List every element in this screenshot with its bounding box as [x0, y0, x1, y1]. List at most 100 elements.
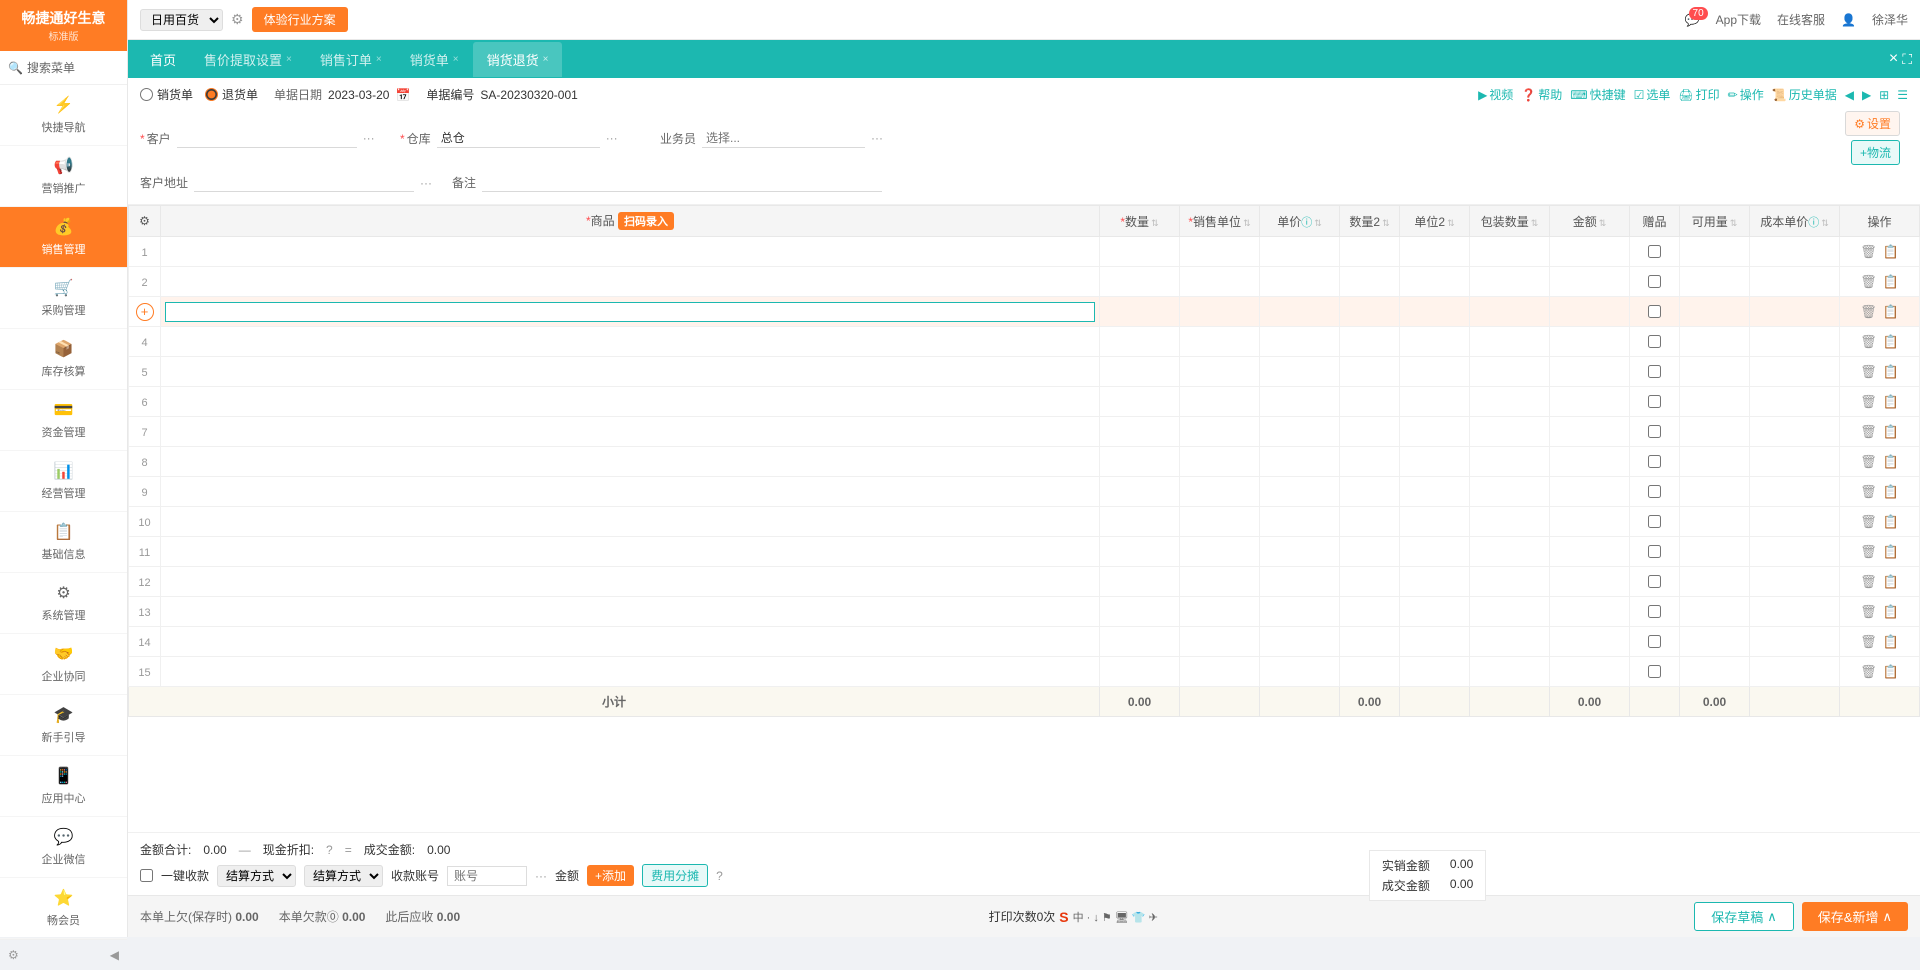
amount-cell[interactable]	[1550, 597, 1630, 627]
next-record-icon[interactable]: ▶	[1862, 88, 1871, 102]
copy-row-icon[interactable]: 📋	[1883, 634, 1899, 650]
unit-cell[interactable]	[1180, 297, 1260, 327]
unit2-cell[interactable]	[1400, 417, 1470, 447]
list-view-icon[interactable]: ☰	[1897, 88, 1908, 102]
product-cell[interactable]	[161, 357, 1100, 387]
product-cell[interactable]	[161, 477, 1100, 507]
tab-home[interactable]: 首页	[136, 42, 190, 77]
pkg-qty-cell[interactable]	[1470, 297, 1550, 327]
amount-cell[interactable]	[1550, 537, 1630, 567]
price-cell[interactable]	[1260, 627, 1340, 657]
qty2-cell[interactable]	[1340, 267, 1400, 297]
copy-row-icon[interactable]: 📋	[1883, 484, 1899, 500]
gift-checkbox[interactable]	[1648, 395, 1661, 408]
available-cell[interactable]	[1680, 417, 1750, 447]
unit2-cell[interactable]	[1400, 267, 1470, 297]
tab-price-close-icon[interactable]: ×	[286, 54, 292, 65]
qty-cell[interactable]	[1100, 567, 1180, 597]
amount-cell[interactable]	[1550, 417, 1630, 447]
pkg-qty-cell[interactable]	[1470, 237, 1550, 267]
copy-row-icon[interactable]: 📋	[1883, 514, 1899, 530]
online-service-link[interactable]: 在线客服	[1777, 11, 1825, 28]
gift-cell[interactable]	[1630, 417, 1680, 447]
save-new-button[interactable]: 保存&新增 ∧	[1802, 902, 1908, 931]
price-cell[interactable]	[1260, 357, 1340, 387]
prev-record-icon[interactable]: ◀	[1845, 88, 1854, 102]
price-cell[interactable]	[1260, 447, 1340, 477]
app-download-link[interactable]: App下载	[1716, 11, 1761, 28]
product-cell[interactable]	[161, 237, 1100, 267]
delete-row-icon[interactable]: 🗑	[1860, 574, 1877, 590]
price-cell[interactable]	[1260, 537, 1340, 567]
qty2-cell[interactable]	[1340, 627, 1400, 657]
price-cell[interactable]	[1260, 237, 1340, 267]
trial-button[interactable]: 体验行业方案	[252, 7, 348, 32]
grid-view-icon[interactable]: ⊞	[1879, 88, 1889, 102]
gift-cell[interactable]	[1630, 597, 1680, 627]
message-icon[interactable]: 💬 70	[1685, 13, 1700, 27]
amount-cell[interactable]	[1550, 387, 1630, 417]
delete-row-icon[interactable]: 🗑	[1860, 454, 1877, 470]
calendar-icon[interactable]: 📅	[395, 88, 410, 102]
sidebar-item-inventory[interactable]: 📦 库存核算	[0, 329, 127, 390]
unit2-cell[interactable]	[1400, 327, 1470, 357]
qty-cell[interactable]	[1100, 417, 1180, 447]
pkg-qty-cell[interactable]	[1470, 387, 1550, 417]
product-cell[interactable]	[161, 627, 1100, 657]
sidebar-item-search[interactable]: 🔍 搜索菜单	[0, 51, 127, 85]
unit-cell[interactable]	[1180, 627, 1260, 657]
price-cell[interactable]	[1260, 477, 1340, 507]
copy-row-icon[interactable]: 📋	[1883, 364, 1899, 380]
add-payment-button[interactable]: +添加	[587, 865, 634, 886]
add-logistics-button[interactable]: +物流	[1851, 140, 1900, 165]
product-input[interactable]	[165, 302, 1095, 322]
price-cell[interactable]	[1260, 267, 1340, 297]
available-cell[interactable]	[1680, 597, 1750, 627]
copy-row-icon[interactable]: 📋	[1883, 544, 1899, 560]
pkg-qty-cell[interactable]	[1470, 597, 1550, 627]
video-btn[interactable]: ▶ 视频	[1478, 86, 1513, 103]
product-cell[interactable]	[161, 417, 1100, 447]
sidebar-item-basic-info[interactable]: 📋 基础信息	[0, 512, 127, 573]
qty-cell[interactable]	[1100, 477, 1180, 507]
qty2-cell[interactable]	[1340, 387, 1400, 417]
delete-row-icon[interactable]: 🗑	[1860, 544, 1877, 560]
dots-icon[interactable]: ···	[535, 869, 547, 883]
available-cell[interactable]	[1680, 567, 1750, 597]
gift-checkbox[interactable]	[1648, 455, 1661, 468]
available-cell[interactable]	[1680, 327, 1750, 357]
gift-checkbox[interactable]	[1648, 425, 1661, 438]
delete-row-icon[interactable]: 🗑	[1860, 514, 1877, 530]
gift-cell[interactable]	[1630, 357, 1680, 387]
operate-btn[interactable]: ✏ 操作	[1728, 86, 1764, 103]
copy-row-icon[interactable]: 📋	[1883, 424, 1899, 440]
amount-cell[interactable]	[1550, 567, 1630, 597]
qty-cell[interactable]	[1100, 447, 1180, 477]
gift-cell[interactable]	[1630, 297, 1680, 327]
copy-row-icon[interactable]: 📋	[1883, 664, 1899, 680]
product-cell[interactable]	[161, 387, 1100, 417]
delete-row-icon[interactable]: 🗑	[1860, 394, 1877, 410]
delete-row-icon[interactable]: 🗑	[1860, 364, 1877, 380]
settings-icon[interactable]: ⚙	[8, 948, 19, 962]
tab-sales-order[interactable]: 销售订单 ×	[306, 42, 396, 77]
product-cell[interactable]	[161, 567, 1100, 597]
unit2-cell[interactable]	[1400, 387, 1470, 417]
gift-checkbox[interactable]	[1648, 275, 1661, 288]
amount-cell[interactable]	[1550, 507, 1630, 537]
qty-cell[interactable]	[1100, 327, 1180, 357]
gift-cell[interactable]	[1630, 507, 1680, 537]
shortcut-btn[interactable]: ⌨ 快捷键	[1570, 86, 1625, 103]
save-draft-button[interactable]: 保存草稿 ∧	[1694, 902, 1794, 931]
unit-cell[interactable]	[1180, 237, 1260, 267]
address-input[interactable]	[194, 173, 414, 192]
customer-input[interactable]	[177, 129, 357, 148]
amount-cell[interactable]	[1550, 237, 1630, 267]
scan-btn[interactable]: 扫码录入	[618, 212, 674, 230]
qty2-cell[interactable]	[1340, 657, 1400, 687]
pkg-qty-cell[interactable]	[1470, 327, 1550, 357]
remark-input[interactable]	[482, 173, 882, 192]
history-btn[interactable]: 📜 历史单据	[1772, 86, 1837, 103]
product-cell[interactable]	[161, 267, 1100, 297]
qty-cell[interactable]	[1100, 237, 1180, 267]
